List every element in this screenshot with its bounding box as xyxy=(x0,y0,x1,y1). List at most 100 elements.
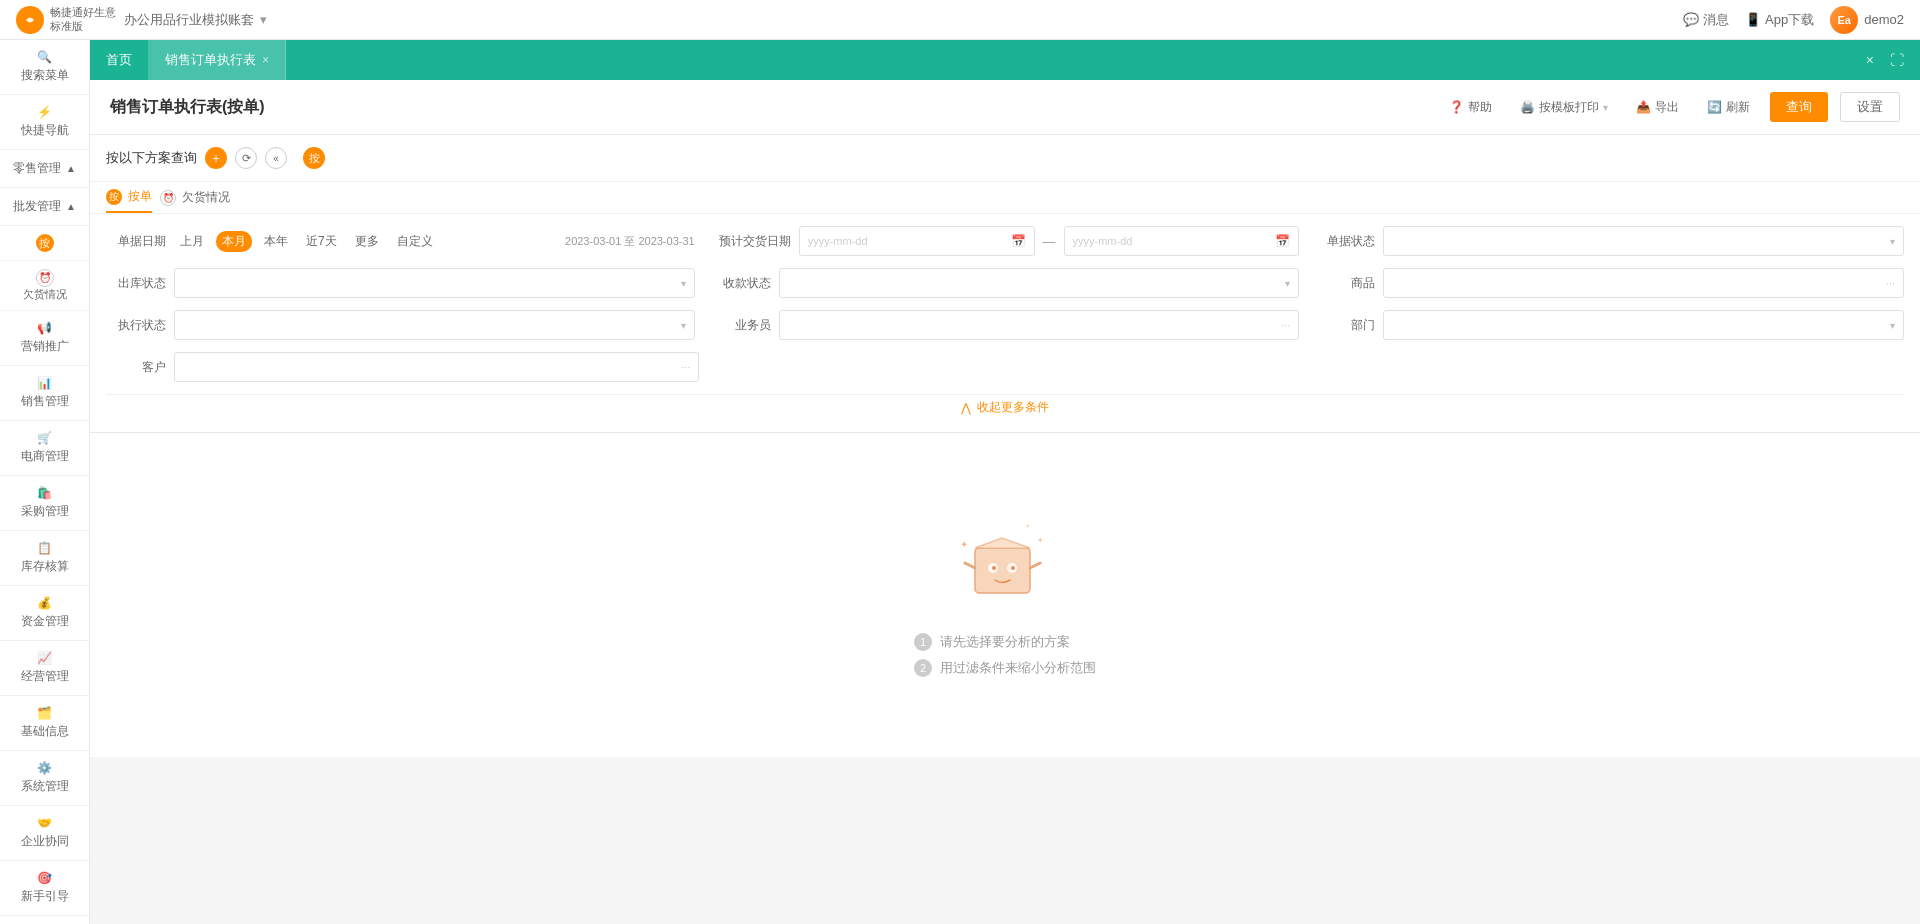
sidebar-item-purchase[interactable]: 🛍️ 采购管理 xyxy=(0,476,89,531)
outbound-arrow-icon: ▾ xyxy=(681,278,686,289)
filter-nav-item-按单[interactable]: 按 xyxy=(303,147,325,169)
tab-minimize-button[interactable]: × xyxy=(1862,50,1878,70)
sidebar-item-wholesale[interactable]: 批发管理 ▲ xyxy=(0,188,89,226)
page-title: 销售订单执行表(按单) xyxy=(110,97,265,118)
refresh-button[interactable]: 🔄 刷新 xyxy=(1699,95,1758,120)
sidebar-item-finance[interactable]: 💰 资金管理 xyxy=(0,586,89,641)
print-icon: 🖨️ xyxy=(1520,100,1535,114)
tab-home[interactable]: 首页 xyxy=(90,40,149,80)
date-placeholder-from: yyyy-mm-dd xyxy=(808,235,868,247)
print-button[interactable]: 🖨️ 按模板打印 ▾ xyxy=(1512,95,1616,120)
download-icon: 📱 xyxy=(1745,12,1761,27)
collapse-label: 收起更多条件 xyxy=(977,399,1049,416)
sidebar-item-basic-info[interactable]: 🗂️ 基础信息 xyxy=(0,696,89,751)
calendar-icon-to: 📅 xyxy=(1275,234,1290,248)
user-menu[interactable]: Ea demo2 xyxy=(1830,6,1904,34)
svg-point-5 xyxy=(992,566,996,570)
guide-icon: 🎯 xyxy=(37,871,52,885)
sidebar-item-operations[interactable]: 📈 经营管理 xyxy=(0,641,89,696)
department-dropdown[interactable]: ▾ xyxy=(1383,310,1904,340)
breadcrumb-text: 办公用品行业模拟账套 xyxy=(124,11,254,29)
tab-sales-order[interactable]: 销售订单执行表 × xyxy=(149,40,286,80)
subnav-item-欠货[interactable]: ⏰ 欠货情况 xyxy=(160,189,230,212)
sidebar-item-retail[interactable]: 零售管理 ▲ xyxy=(0,150,89,188)
sidebar-item-marketing[interactable]: 📢 营销推广 xyxy=(0,311,89,366)
filter-field-payment: 收款状态 ▾ xyxy=(711,268,1300,298)
help-icon: ❓ xyxy=(1449,100,1464,114)
sidebar-item-app-center[interactable]: 📱 应用中心 xyxy=(0,916,89,924)
filter-row-3: 执行状态 ▾ 业务员 ··· xyxy=(106,310,1904,340)
order-status-dropdown[interactable]: ▾ xyxy=(1383,226,1904,256)
help-button[interactable]: ❓ 帮助 xyxy=(1441,95,1500,120)
sidebar-item-inventory[interactable]: 📋 库存核算 xyxy=(0,531,89,586)
filter-field-customer: 客户 ··· xyxy=(106,352,699,382)
app-download-button[interactable]: 📱 App下载 xyxy=(1745,11,1814,29)
exec-status-dropdown[interactable]: ▾ xyxy=(174,310,695,340)
date-option-last-month[interactable]: 上月 xyxy=(174,231,210,252)
date-option-current-month[interactable]: 本月 xyxy=(216,231,252,252)
header-left: 畅捷通好生意 标准版 办公用品行业模拟账套 ▾ xyxy=(16,6,267,34)
filter-add-button[interactable]: + xyxy=(205,147,227,169)
svg-point-6 xyxy=(1011,566,1015,570)
sidebar-label-quick-nav: 快捷导航 xyxy=(21,122,69,139)
customer-dropdown[interactable]: ··· xyxy=(174,352,699,382)
username-label: demo2 xyxy=(1864,12,1904,27)
filter-refresh-button[interactable]: ⟳ xyxy=(235,147,257,169)
sidebar-label-retail: 零售管理 xyxy=(13,160,61,177)
sidebar-label-basic-info: 基础信息 xyxy=(21,723,69,740)
sidebar-item-search[interactable]: 🔍 搜索菜单 xyxy=(0,40,89,95)
date-option-custom[interactable]: 自定义 xyxy=(391,231,439,252)
export-button[interactable]: 📤 导出 xyxy=(1628,95,1687,120)
order-date-label: 单据日期 xyxy=(106,233,166,250)
product-label: 商品 xyxy=(1315,275,1375,292)
date-placeholder-to: yyyy-mm-dd xyxy=(1073,235,1133,247)
subnav-item-按单[interactable]: 按 按单 xyxy=(106,188,152,213)
sidebar-item-guide[interactable]: 🎯 新手引导 xyxy=(0,861,89,916)
settings-button[interactable]: 设置 xyxy=(1840,92,1900,122)
tab-maximize-button[interactable]: ⛶ xyxy=(1886,50,1908,70)
breadcrumb-arrow-icon[interactable]: ▾ xyxy=(260,12,267,27)
filter-field-department: 部门 ▾ xyxy=(1315,310,1904,340)
app-download-label: App下载 xyxy=(1765,11,1814,29)
date-option-current-year[interactable]: 本年 xyxy=(258,231,294,252)
product-dropdown[interactable]: ··· xyxy=(1383,268,1904,298)
collapse-more-button[interactable]: ⋀ 收起更多条件 xyxy=(106,394,1904,420)
sidebar-item-collaboration[interactable]: 🤝 企业协同 xyxy=(0,806,89,861)
avatar: Ea xyxy=(1830,6,1858,34)
filter-collapse-button[interactable]: « xyxy=(265,147,287,169)
message-button[interactable]: 💬 消息 xyxy=(1683,11,1729,29)
sidebar-item-quick-nav[interactable]: ⚡ 快捷导航 xyxy=(0,95,89,150)
salesperson-dropdown[interactable]: ··· xyxy=(779,310,1300,340)
filter-panel: 按以下方案查询 + ⟳ « 按 按 按单 ⏰ xyxy=(90,135,1920,433)
sidebar-label-guide: 新手引导 xyxy=(21,888,69,905)
sidebar-item-ecommerce[interactable]: 🛒 电商管理 xyxy=(0,421,89,476)
date-option-more[interactable]: 更多 xyxy=(349,231,385,252)
exec-status-label: 执行状态 xyxy=(106,317,166,334)
main-layout: 🔍 搜索菜单 ⚡ 快捷导航 零售管理 ▲ 批发管理 ▲ 按 ⏰ 欠货情况 📢 xyxy=(0,40,1920,924)
empty-state: ✦ ✦ ✦ 1 请先选择要分析的方案 2 用过滤条件来缩小分析范围 xyxy=(90,433,1920,757)
sidebar-subitem-按单[interactable]: 按 xyxy=(0,226,89,261)
delivery-date-from[interactable]: yyyy-mm-dd 📅 xyxy=(799,226,1035,256)
sidebar-label-inventory: 库存核算 xyxy=(21,558,69,575)
product-more-icon: ··· xyxy=(1886,277,1895,289)
delivery-date-to[interactable]: yyyy-mm-dd 📅 xyxy=(1064,226,1300,256)
sidebar-item-system[interactable]: ⚙️ 系统管理 xyxy=(0,751,89,806)
sidebar-subitem-quhuo[interactable]: ⏰ 欠货情况 xyxy=(0,261,89,311)
tab-close-icon[interactable]: × xyxy=(262,53,269,67)
department-arrow-icon: ▾ xyxy=(1890,320,1895,331)
date-option-last7[interactable]: 近7天 xyxy=(300,231,343,252)
quick-nav-icon: ⚡ xyxy=(37,105,52,119)
delivery-date-label: 预计交货日期 xyxy=(711,233,791,250)
sales-icon: 📊 xyxy=(37,376,52,390)
filter-title: 按以下方案查询 xyxy=(106,149,197,167)
payment-dropdown[interactable]: ▾ xyxy=(779,268,1300,298)
outbound-dropdown[interactable]: ▾ xyxy=(174,268,695,298)
print-arrow-icon: ▾ xyxy=(1603,102,1608,113)
date-range-display: 2023-03-01 至 2023-03-31 xyxy=(565,234,695,249)
order-status-label: 单据状态 xyxy=(1315,233,1375,250)
sidebar-item-sales[interactable]: 📊 销售管理 xyxy=(0,366,89,421)
filter-row-2: 出库状态 ▾ 收款状态 ▾ xyxy=(106,268,1904,298)
retail-expand-icon: ▲ xyxy=(66,163,76,174)
query-button[interactable]: 查询 xyxy=(1770,92,1828,122)
refresh-label: 刷新 xyxy=(1726,99,1750,116)
